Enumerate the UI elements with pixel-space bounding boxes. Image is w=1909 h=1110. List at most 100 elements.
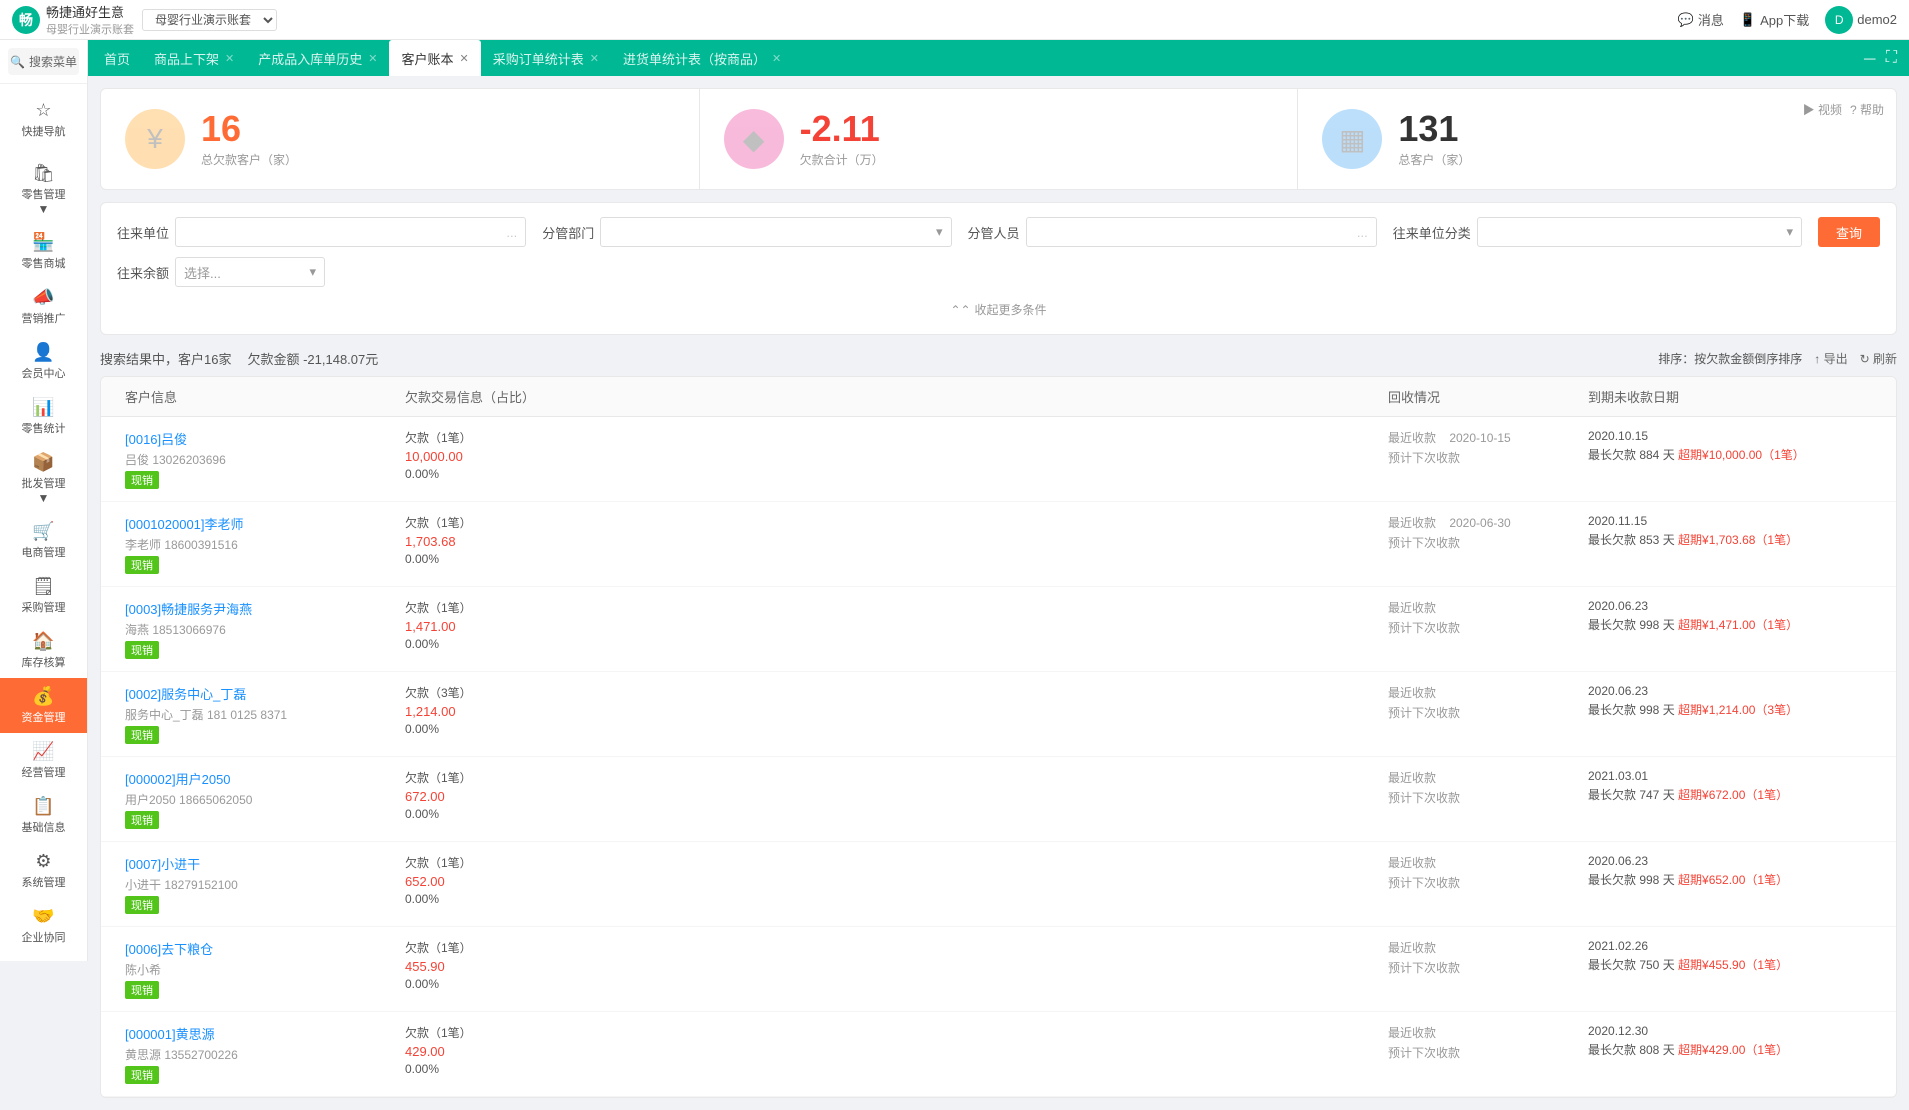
summary-card2-content: -2.11 欠款合计（万） [800, 111, 884, 168]
customer-name-7[interactable]: [0006]去下粮仓 [125, 939, 389, 958]
debt-amount-1: 10,000.00 [405, 449, 1372, 464]
table-row: [0007]小进干 小进干 18279152100 现销 欠款（1笔） 652.… [101, 842, 1896, 927]
finance-icon: 💰 [32, 686, 54, 707]
overdue-amount-8[interactable]: 超期¥429.00（1笔） [1678, 1043, 1788, 1057]
badge-6: 现销 [125, 896, 159, 914]
customer-name-4[interactable]: [0002]服务中心_丁磊 [125, 684, 389, 703]
tab-close-1[interactable]: ✕ [225, 52, 234, 65]
dept-select[interactable]: ▾ [600, 217, 951, 247]
td-debt-7: 欠款（1笔） 455.90 0.00% [397, 927, 1380, 1011]
inventory-icon: 🏠 [32, 631, 54, 652]
chevron-down-icon-2: ▾ [1786, 224, 1793, 240]
sidebar-item-marketing[interactable]: 📣 营销推广 [0, 279, 87, 334]
overdue-amount-4[interactable]: 超期¥1,214.00（3笔） [1678, 703, 1798, 717]
video-btn[interactable]: ▶ 视频 [1803, 101, 1842, 118]
max-overdue-1: 最长欠款 884 天 超期¥10,000.00（1笔） [1588, 446, 1872, 463]
debt-label-5: 欠款（1笔） [405, 769, 1372, 786]
td-customer-6: [0007]小进干 小进干 18279152100 现销 [117, 842, 397, 926]
due-date-3: 2020.06.23 [1588, 599, 1872, 613]
sidebar-item-inventory[interactable]: 🏠 库存核算 [0, 623, 87, 678]
customer-name-1[interactable]: [0016]吕俊 [125, 429, 389, 448]
due-date-1: 2020.10.15 [1588, 429, 1872, 443]
tab-product-offline[interactable]: 商品上下架 ✕ [142, 40, 246, 76]
collection-next-6: 预计下次收款 [1388, 874, 1572, 891]
sidebar-item-batch-mgmt[interactable]: 📦 批发管理 ▼ [0, 444, 87, 513]
overdue-amount-5[interactable]: 超期¥672.00（1笔） [1678, 788, 1788, 802]
tab-close-4[interactable]: ✕ [590, 52, 599, 65]
debt-ratio-5: 0.00% [405, 807, 1372, 821]
td-debt-8: 欠款（1笔） 429.00 0.00% [397, 1012, 1380, 1096]
overdue-amount-1[interactable]: 超期¥10,000.00（1笔） [1678, 448, 1805, 462]
debt-ratio-1: 0.00% [405, 467, 1372, 481]
overdue-amount-7[interactable]: 超期¥455.90（1笔） [1678, 958, 1788, 972]
tab-customer-account[interactable]: 客户账本 ✕ [389, 40, 480, 76]
tab-collapse-icon[interactable]: － [1862, 46, 1878, 70]
sidebar-item-enterprise[interactable]: 🤝 企业协同 [0, 898, 87, 953]
debt-amount-8: 429.00 [405, 1044, 1372, 1059]
sidebar-item-retail-shop[interactable]: 🏪 零售商城 [0, 224, 87, 279]
source-unit-label: 往来单位 [117, 223, 169, 242]
debt-ratio-2: 0.00% [405, 552, 1372, 566]
tab-purchase-order-stat[interactable]: 采购订单统计表 ✕ [481, 40, 611, 76]
message-btn[interactable]: 💬 消息 [1678, 10, 1724, 29]
debt-ratio-8: 0.00% [405, 1062, 1372, 1076]
sidebar-item-operation[interactable]: 📈 经营管理 [0, 733, 87, 788]
tab-close-5[interactable]: ✕ [772, 52, 781, 65]
sidebar-item-basic-info[interactable]: 📋 基础信息 [0, 788, 87, 843]
user-area[interactable]: D demo2 [1825, 6, 1897, 34]
max-overdue-8: 最长欠款 808 天 超期¥429.00（1笔） [1588, 1041, 1872, 1058]
person-input[interactable]: ... [1026, 217, 1377, 247]
td-debt-6: 欠款（1笔） 652.00 0.00% [397, 842, 1380, 926]
customer-name-2[interactable]: [0001020001]李老师 [125, 514, 389, 533]
sort-label[interactable]: 排序：按欠款金额倒序排序 [1658, 350, 1802, 367]
collection-date-4: 最近收款 [1388, 684, 1572, 701]
sidebar-item-purchase[interactable]: 🗒 采购管理 [0, 568, 87, 623]
card-top-right-actions: ▶ 视频 ? 帮助 [1803, 101, 1884, 118]
table-header: 客户信息 欠款交易信息（占比） 回收情况 到期未收款日期 [101, 377, 1896, 417]
source-unit-input[interactable]: ... [175, 217, 526, 247]
avatar: D [1825, 6, 1853, 34]
collection-next-3: 预计下次收款 [1388, 619, 1572, 636]
tab-close-3[interactable]: ✕ [460, 52, 469, 65]
overdue-amount-2[interactable]: 超期¥1,703.68（1笔） [1678, 533, 1798, 547]
remaining-select[interactable]: 选择... ▾ [175, 257, 325, 287]
customer-name-3[interactable]: [0003]畅捷服务尹海燕 [125, 599, 389, 618]
store-selector[interactable]: 母婴行业演示账套 [142, 9, 277, 31]
sidebar-item-guide[interactable]: 🎯 新手引导 [0, 953, 87, 961]
tab-import-stat[interactable]: 进货单统计表（按商品） ✕ [611, 40, 793, 76]
badge-1: 现销 [125, 471, 159, 489]
export-btn[interactable]: ↑ 导出 [1814, 350, 1847, 367]
tab-expand-icon[interactable]: ⛶ [1886, 49, 1897, 67]
tab-prod-history[interactable]: 产成品入库单历史 ✕ [246, 40, 389, 76]
search-menu-btn[interactable]: 🔍 搜索菜单 [8, 48, 79, 75]
tab-close-2[interactable]: ✕ [368, 52, 377, 65]
customer-name-6[interactable]: [0007]小进干 [125, 854, 389, 873]
overdue-amount-6[interactable]: 超期¥652.00（1笔） [1678, 873, 1788, 887]
overdue-amount-3[interactable]: 超期¥1,471.00（1笔） [1678, 618, 1798, 632]
sidebar-item-retail-mgmt[interactable]: 🛍 零售管理 ▼ [0, 155, 87, 224]
sidebar-item-ecom[interactable]: 🛒 电商管理 [0, 513, 87, 568]
help-btn[interactable]: ? 帮助 [1850, 101, 1884, 118]
unit-category-select[interactable]: ▾ [1477, 217, 1802, 247]
sidebar-item-member[interactable]: 👤 会员中心 [0, 334, 87, 389]
sidebar-item-finance[interactable]: 💰 资金管理 [0, 678, 87, 733]
customer-name-8[interactable]: [000001]黄思源 [125, 1024, 389, 1043]
query-button[interactable]: 查询 [1818, 217, 1880, 247]
quick-nav-item[interactable]: ☆ 快捷导航 [0, 84, 87, 155]
collapse-more-btn[interactable]: ⌃⌃ 收起更多条件 [117, 297, 1880, 326]
td-due-5: 2021.03.01 最长欠款 747 天 超期¥672.00（1笔） [1580, 757, 1880, 841]
debt-amount-7: 455.90 [405, 959, 1372, 974]
td-due-6: 2020.06.23 最长欠款 998 天 超期¥652.00（1笔） [1580, 842, 1880, 926]
th-customer-info: 客户信息 [117, 377, 397, 416]
debt-ratio-7: 0.00% [405, 977, 1372, 991]
app-download-btn[interactable]: 📱 App下载 [1740, 10, 1809, 29]
filter-remaining: 往来余额 选择... ▾ [117, 257, 1880, 287]
max-overdue-2: 最长欠款 853 天 超期¥1,703.68（1笔） [1588, 531, 1872, 548]
sidebar-item-system[interactable]: ⚙ 系统管理 [0, 843, 87, 898]
sidebar-item-retail-stat[interactable]: 📊 零售统计 [0, 389, 87, 444]
customer-name-5[interactable]: [000002]用户2050 [125, 769, 389, 788]
refresh-btn[interactable]: ↻ 刷新 [1860, 350, 1897, 367]
table-row: [000001]黄思源 黄思源 13552700226 现销 欠款（1笔） 42… [101, 1012, 1896, 1097]
tab-home[interactable]: 首页 [92, 40, 142, 76]
main-content: ¥ 16 总欠款客户（家） ◆ -2.11 欠款合计（万） ▦ 131 总客户（… [88, 76, 1909, 1110]
